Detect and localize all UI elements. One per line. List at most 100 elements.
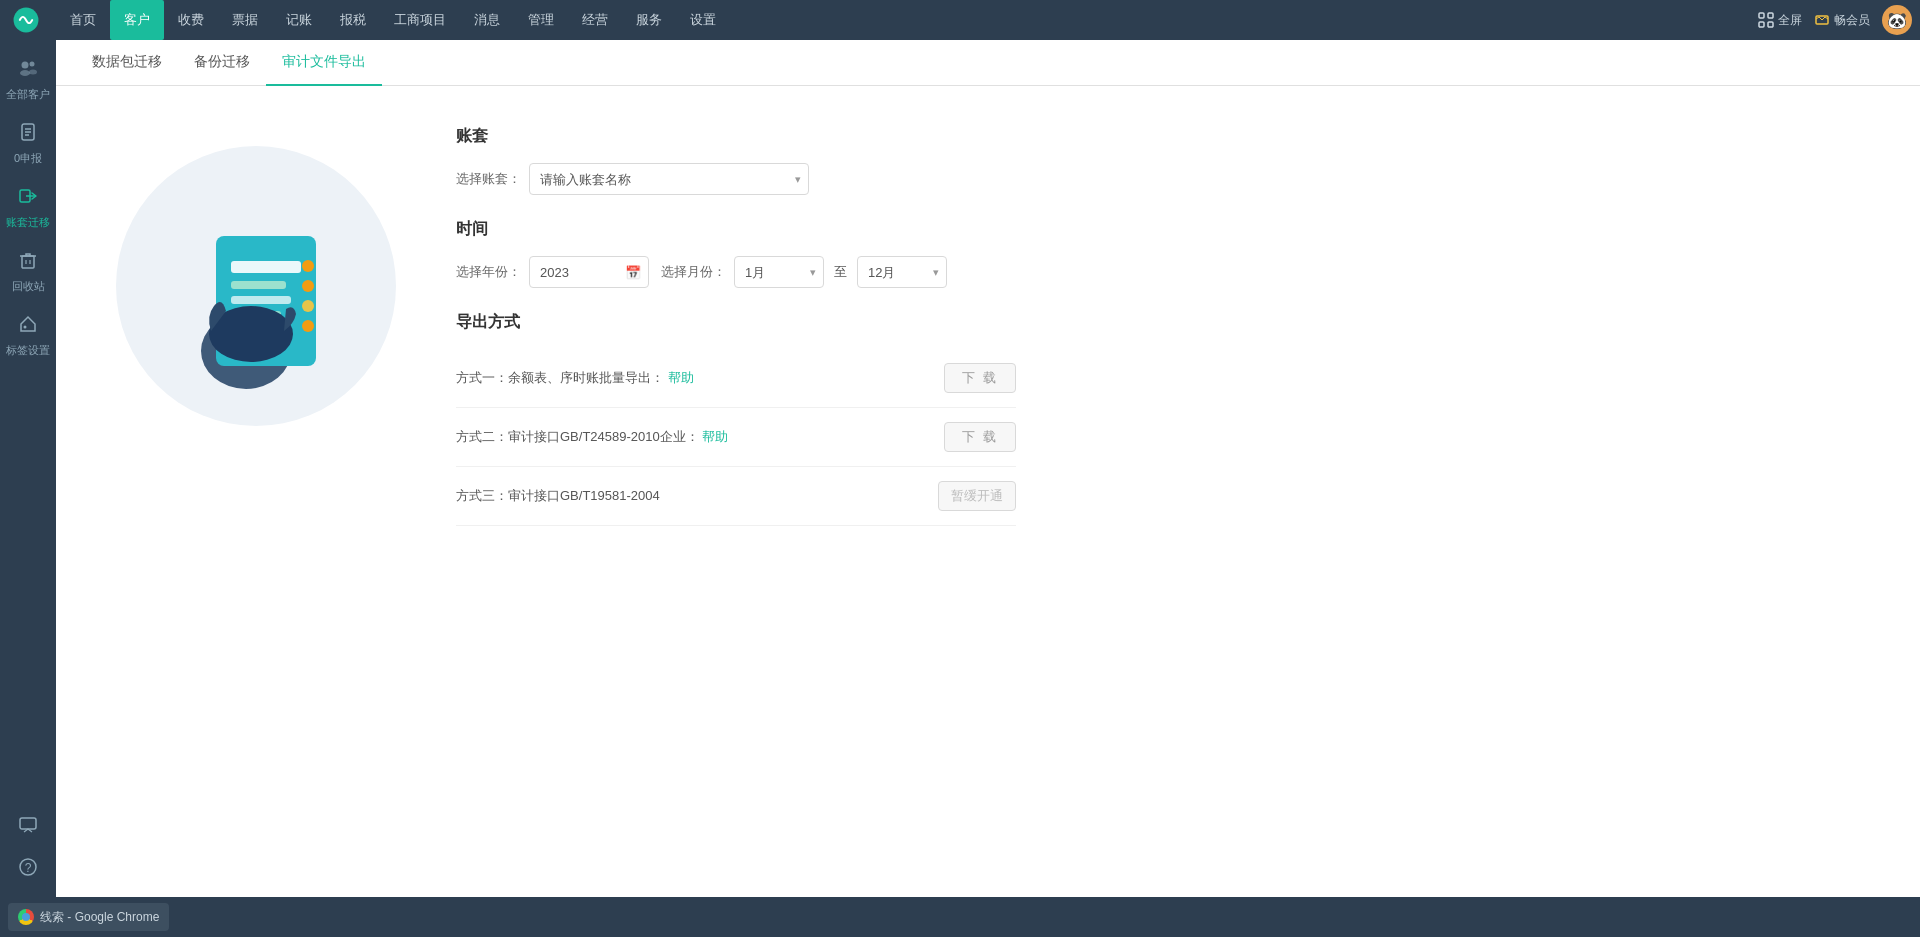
year-input-wrapper[interactable]: 📅: [529, 256, 649, 288]
month-start-wrapper[interactable]: 1月 2月3月4月 5月6月7月 8月9月10月 11月12月 ▾: [734, 256, 824, 288]
nav-bookkeeping[interactable]: 记账: [272, 0, 326, 40]
chrome-icon: [18, 909, 34, 925]
svg-point-7: [20, 70, 30, 76]
vip-button[interactable]: 畅会员: [1814, 12, 1870, 29]
export-method-2: 方式二：审计接口GB/T24589-2010企业： 帮助 下 载: [456, 408, 1016, 467]
month-end-select[interactable]: 1月2月3月 4月5月6月 7月8月9月 10月11月12月: [857, 256, 947, 288]
illustration: [116, 146, 396, 426]
svg-rect-16: [22, 256, 34, 268]
sidebar: 全部客户 0申报 账套迁移 回收站 标签设置: [0, 40, 56, 897]
export-section-title: 导出方式: [456, 312, 1016, 333]
svg-rect-3: [1759, 22, 1764, 27]
tab-backup-migration[interactable]: 备份迁移: [178, 40, 266, 86]
top-nav: 首页 客户 收费 票据 记账 报税 工商项目 消息 管理 经营 服务 设置 全屏: [0, 0, 1920, 40]
export-method-3: 方式三：审计接口GB/T19581-2004 暂缓开通: [456, 467, 1016, 526]
svg-point-34: [302, 320, 314, 332]
avatar[interactable]: 🐼: [1882, 5, 1912, 35]
nav-fee[interactable]: 收费: [164, 0, 218, 40]
year-label: 选择年份：: [456, 263, 521, 281]
sidebar-item-migration[interactable]: 账套迁移: [0, 176, 56, 240]
svg-point-8: [30, 62, 35, 67]
month-end-wrapper[interactable]: 1月2月3月 4月5月6月 7月8月9月 10月11月12月 ▾: [857, 256, 947, 288]
svg-point-20: [24, 326, 27, 329]
nav-items: 首页 客户 收费 票据 记账 报税 工商项目 消息 管理 经营 服务 设置: [56, 0, 1758, 40]
method3-text: 方式三：审计接口GB/T19581-2004: [456, 487, 660, 505]
sidebar-label-zero-declare: 0申报: [14, 151, 42, 166]
method3-coming-soon-button[interactable]: 暂缓开通: [938, 481, 1016, 511]
method1-download-button[interactable]: 下 载: [944, 363, 1016, 393]
fullscreen-button[interactable]: 全屏: [1758, 12, 1802, 29]
method2-help-link[interactable]: 帮助: [702, 429, 728, 444]
sidebar-item-recycle[interactable]: 回收站: [0, 240, 56, 304]
logo[interactable]: [8, 2, 44, 38]
nav-message[interactable]: 消息: [460, 0, 514, 40]
svg-point-6: [22, 62, 29, 69]
illustration-svg: [156, 176, 356, 396]
main-layout: 全部客户 0申报 账套迁移 回收站 标签设置: [0, 40, 1920, 897]
nav-business[interactable]: 工商项目: [380, 0, 460, 40]
svg-point-32: [302, 280, 314, 292]
method1-help-link[interactable]: 帮助: [668, 370, 694, 385]
to-label: 至: [834, 263, 847, 281]
form-area: 账套 选择账套： 请输入账套名称 ▾ 时间 选择年份：: [456, 126, 1016, 526]
svg-point-31: [302, 260, 314, 272]
help-icon: ?: [18, 857, 38, 879]
account-select[interactable]: 请输入账套名称: [529, 163, 809, 195]
account-label: 选择账套：: [456, 170, 521, 188]
tab-data-migration[interactable]: 数据包迁移: [76, 40, 178, 86]
svg-rect-26: [231, 261, 301, 273]
sidebar-item-tags[interactable]: 标签设置: [0, 304, 56, 368]
time-section-title: 时间: [456, 219, 1016, 240]
sidebar-item-zero-declare[interactable]: 0申报: [0, 112, 56, 176]
svg-rect-4: [1768, 22, 1773, 27]
page-content: 账套 选择账套： 请输入账套名称 ▾ 时间 选择年份：: [56, 86, 1920, 897]
nav-client[interactable]: 客户: [110, 0, 164, 40]
top-right: 全屏 畅会员 🐼: [1758, 5, 1912, 35]
fullscreen-label: 全屏: [1778, 12, 1802, 29]
nav-tax[interactable]: 报税: [326, 0, 380, 40]
nav-settings[interactable]: 设置: [676, 0, 730, 40]
chat-icon: [18, 815, 38, 837]
svg-rect-21: [20, 818, 36, 829]
year-input[interactable]: [529, 256, 649, 288]
method2-text: 方式二：审计接口GB/T24589-2010企业： 帮助: [456, 428, 728, 446]
nav-service[interactable]: 服务: [622, 0, 676, 40]
taskbar-chrome-item[interactable]: 线索 - Google Chrome: [8, 903, 169, 931]
tags-icon: [18, 314, 38, 339]
taskbar: 线索 - Google Chrome: [0, 897, 1920, 937]
all-clients-icon: [18, 58, 38, 83]
sidebar-label-all-clients: 全部客户: [6, 87, 50, 102]
tabs-bar: 数据包迁移 备份迁移 审计文件导出: [56, 40, 1920, 86]
export-method-1: 方式一：余额表、序时账批量导出： 帮助 下 载: [456, 349, 1016, 408]
nav-manage[interactable]: 管理: [514, 0, 568, 40]
svg-text:?: ?: [25, 861, 32, 875]
account-form-row: 选择账套： 请输入账套名称 ▾: [456, 163, 1016, 195]
nav-operation[interactable]: 经营: [568, 0, 622, 40]
fullscreen-icon: [1758, 12, 1774, 28]
svg-rect-1: [1759, 13, 1764, 18]
vip-icon: [1814, 12, 1830, 28]
nav-invoice[interactable]: 票据: [218, 0, 272, 40]
tab-audit-export[interactable]: 审计文件导出: [266, 40, 382, 86]
nav-home[interactable]: 首页: [56, 0, 110, 40]
sidebar-label-recycle: 回收站: [12, 279, 45, 294]
time-form-row: 选择年份： 📅 选择月份： 1月 2月3月4月 5月6月7月 8月9月10月 1…: [456, 256, 1016, 288]
migration-icon: [18, 186, 38, 211]
sidebar-item-help[interactable]: ?: [0, 847, 56, 889]
recycle-icon: [18, 250, 38, 275]
svg-rect-27: [231, 281, 286, 289]
month-start-select[interactable]: 1月 2月3月4月 5月6月7月 8月9月10月 11月12月: [734, 256, 824, 288]
svg-rect-28: [231, 296, 291, 304]
sidebar-item-chat[interactable]: [0, 805, 56, 847]
month-label: 选择月份：: [661, 263, 726, 281]
method1-text: 方式一：余额表、序时账批量导出： 帮助: [456, 369, 694, 387]
sidebar-label-migration: 账套迁移: [6, 215, 50, 230]
sidebar-bottom: ?: [0, 805, 56, 889]
svg-point-9: [29, 70, 37, 75]
sidebar-item-all-clients[interactable]: 全部客户: [0, 48, 56, 112]
method2-download-button[interactable]: 下 载: [944, 422, 1016, 452]
svg-point-33: [302, 300, 314, 312]
account-select-wrapper[interactable]: 请输入账套名称 ▾: [529, 163, 809, 195]
sidebar-label-tags: 标签设置: [6, 343, 50, 358]
vip-label: 畅会员: [1834, 12, 1870, 29]
